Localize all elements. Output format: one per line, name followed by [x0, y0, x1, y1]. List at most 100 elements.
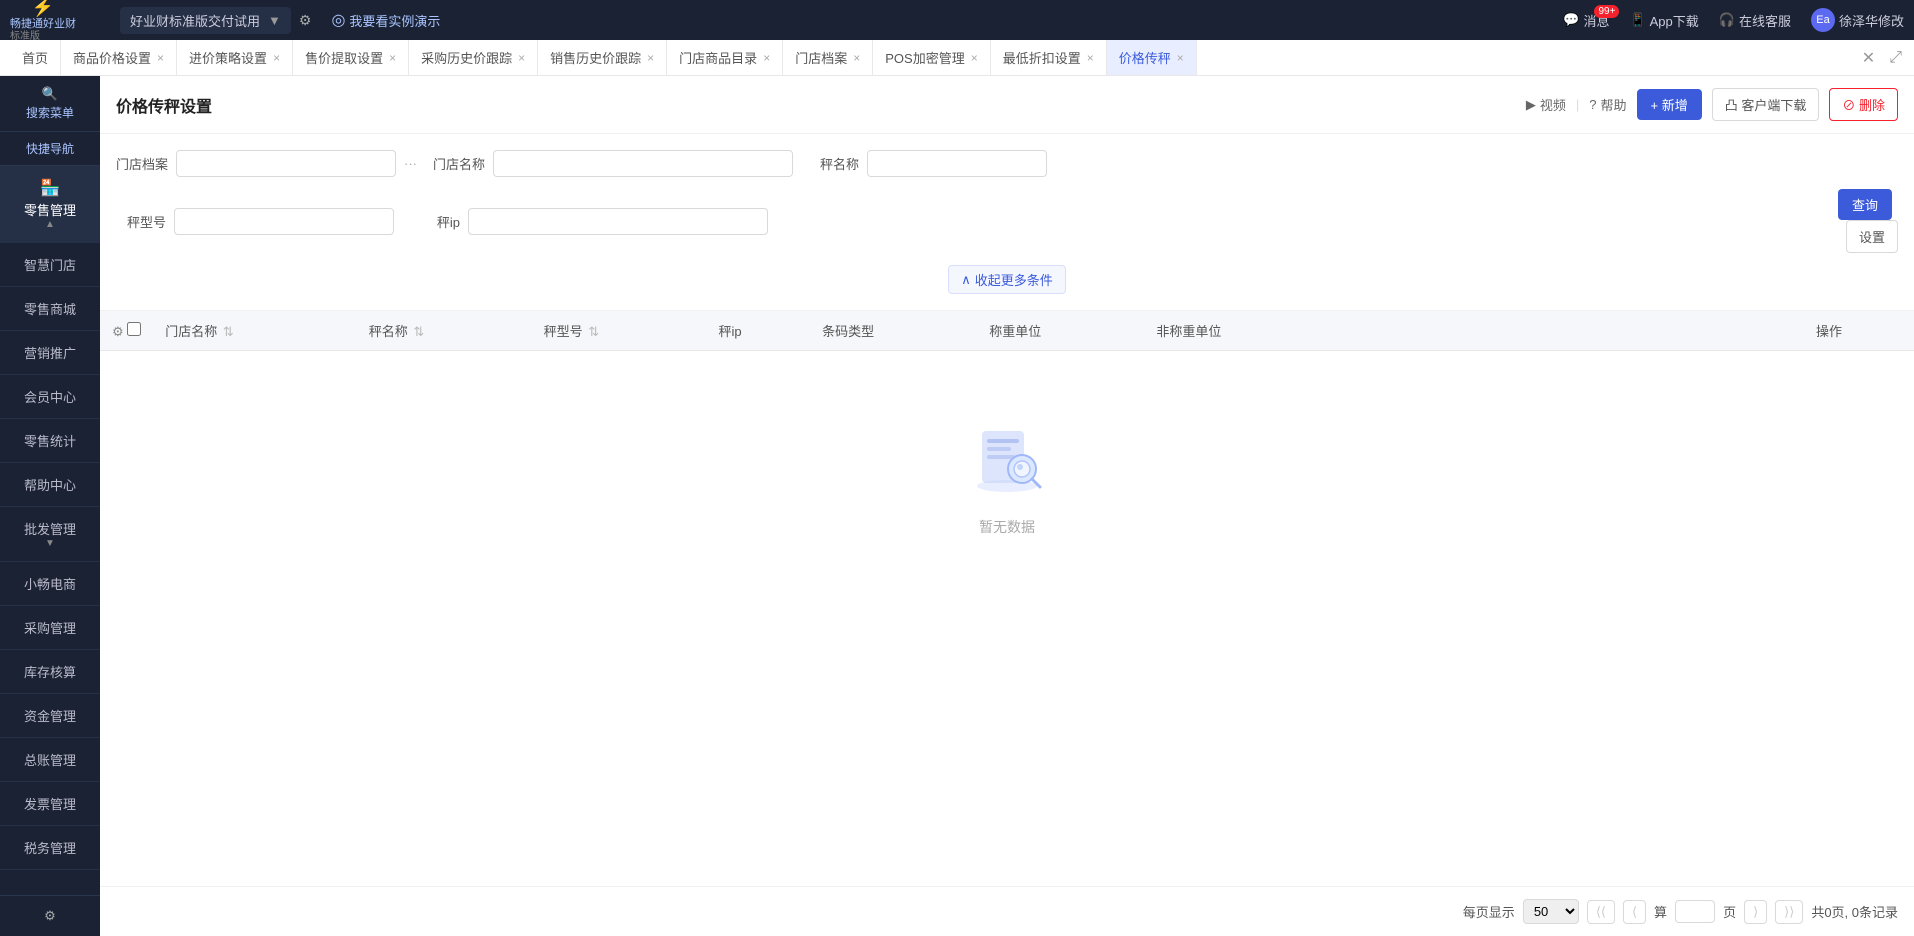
sidebar-item-xiaochang[interactable]: 小畅电商 — [0, 562, 100, 606]
first-page-button[interactable]: ⟨⟨ — [1587, 900, 1615, 924]
close-tab-btn[interactable]: ✕ — [1858, 48, 1879, 68]
settings-gear-icon[interactable]: ⚙ — [299, 12, 312, 29]
demo-link[interactable]: ◎ 我要看实例演示 — [327, 10, 440, 30]
video-icon: ▶ — [1526, 97, 1536, 113]
sidebar-settings-button[interactable]: ⚙ — [0, 895, 100, 936]
tab-home[interactable]: 首页 — [10, 40, 61, 76]
tab-close-sales-history[interactable]: × — [647, 51, 654, 65]
sort-store-name-icon[interactable]: ⇅ — [223, 324, 234, 339]
filter-store-name: 门店名称 — [433, 150, 793, 177]
header-actions: ▶ 视频 | ? 帮助 + 新增 凸 客户端下载 ⊘ 删除 — [1526, 88, 1898, 121]
sort-scale-model-icon[interactable]: ⇅ — [588, 324, 599, 339]
current-page-input[interactable]: 1 — [1675, 900, 1715, 923]
tab-close-purchase-strategy[interactable]: × — [273, 51, 280, 65]
page-header: 价格传秤设置 ▶ 视频 | ? 帮助 + 新增 凸 客户端下载 ⊘ — [100, 76, 1914, 134]
store-file-input[interactable] — [176, 150, 396, 177]
add-button[interactable]: + 新增 — [1637, 89, 1702, 120]
query-button[interactable]: 查询 — [1838, 189, 1892, 220]
retail-arrow-icon: ▲ — [45, 219, 55, 230]
headset-icon: 🎧 — [1719, 12, 1735, 28]
table-header-store-name: 门店名称 ⇅ — [153, 311, 356, 351]
filter-row-2: 秤型号 秤ip 查询 设置 — [116, 189, 1898, 253]
scale-ip-input[interactable] — [468, 208, 768, 235]
download-button[interactable]: 凸 客户端下载 — [1712, 88, 1820, 121]
sidebar-settings-icon: ⚙ — [44, 908, 56, 923]
tab-close-goods-price[interactable]: × — [157, 51, 164, 65]
sidebar-item-wholesale[interactable]: 批发管理 ▼ — [0, 507, 100, 562]
last-page-button[interactable]: ⟩⟩ — [1775, 900, 1803, 924]
table-header-checkbox-col: ⚙ — [100, 311, 153, 351]
prev-page-button[interactable]: ⟨ — [1623, 900, 1646, 924]
help-icon: ? — [1589, 97, 1596, 112]
sidebar-item-retail-stats[interactable]: 零售统计 — [0, 419, 100, 463]
sidebar-item-general-ledger[interactable]: 总账管理 — [0, 738, 100, 782]
tab-close-sale-price[interactable]: × — [389, 51, 396, 65]
collapse-button[interactable]: ∧ 收起更多条件 — [948, 265, 1066, 294]
tab-close-min-discount[interactable]: × — [1087, 51, 1094, 65]
tab-purchase-strategy[interactable]: 进价策略设置 × — [177, 40, 293, 76]
settings-config-button[interactable]: 设置 — [1846, 220, 1898, 253]
app-download-button[interactable]: 📱 App下载 — [1629, 11, 1698, 30]
filter-row-1: 门店档案 ··· 门店名称 秤名称 — [116, 150, 1898, 177]
sidebar-item-retail[interactable]: 🏪 零售管理 ▲ — [0, 166, 100, 243]
store-file-ellipsis-icon[interactable]: ··· — [404, 156, 417, 171]
tab-store-file[interactable]: 门店档案 × — [783, 40, 873, 76]
tab-purchase-history[interactable]: 采购历史价跟踪 × — [409, 40, 538, 76]
tab-bar: 首页 商品价格设置 × 进价策略设置 × 售价提取设置 × 采购历史价跟踪 × … — [0, 40, 1914, 76]
sidebar-search[interactable]: 🔍 搜索菜单 — [0, 76, 100, 132]
next-page-button[interactable]: ⟩ — [1744, 900, 1767, 924]
scale-model-label: 秤型号 — [116, 212, 166, 231]
table-header-barcode-type: 条码类型 — [810, 311, 977, 351]
tab-close-price-scale[interactable]: × — [1177, 51, 1184, 65]
user-menu[interactable]: Ea 徐泽华修改 — [1811, 8, 1904, 32]
help-link[interactable]: ? 帮助 — [1589, 95, 1626, 114]
message-button[interactable]: 💬 消息 99+ — [1563, 11, 1609, 30]
sidebar-item-invoice[interactable]: 发票管理 — [0, 782, 100, 826]
page-total: 共0页, 0条记录 — [1811, 902, 1898, 921]
sidebar-item-member[interactable]: 会员中心 — [0, 375, 100, 419]
sidebar-quicknav[interactable]: 快捷导航 — [0, 132, 100, 166]
sidebar-item-purchase[interactable]: 采购管理 — [0, 606, 100, 650]
empty-state: 暂无数据 — [100, 351, 1914, 597]
tab-min-discount[interactable]: 最低折扣设置 × — [991, 40, 1107, 76]
collapse-up-icon: ∧ — [961, 272, 971, 288]
scale-name-input[interactable] — [867, 150, 1047, 177]
sidebar-item-help[interactable]: 帮助中心 — [0, 463, 100, 507]
sidebar-item-tax[interactable]: 税务管理 — [0, 826, 100, 870]
tab-sales-history[interactable]: 销售历史价跟踪 × — [538, 40, 667, 76]
tab-close-store-file[interactable]: × — [853, 51, 860, 65]
empty-row: 暂无数据 — [100, 351, 1914, 598]
sidebar-item-inventory[interactable]: 库存核算 — [0, 650, 100, 694]
sidebar: 🔍 搜索菜单 快捷导航 🏪 零售管理 ▲ 智慧门店 零售商城 营销推广 会员中心… — [0, 76, 100, 936]
video-link[interactable]: ▶ 视频 — [1526, 95, 1566, 114]
scale-model-input[interactable] — [174, 208, 394, 235]
content-area: 价格传秤设置 ▶ 视频 | ? 帮助 + 新增 凸 客户端下载 ⊘ — [100, 76, 1914, 936]
message-icon: 💬 — [1563, 12, 1579, 28]
sidebar-item-smart-store[interactable]: 智慧门店 — [0, 243, 100, 287]
sidebar-item-finance[interactable]: 资金管理 — [0, 694, 100, 738]
tab-close-pos-management[interactable]: × — [971, 51, 978, 65]
tab-close-store-catalog[interactable]: × — [763, 51, 770, 65]
tab-store-catalog[interactable]: 门店商品目录 × — [667, 40, 783, 76]
tab-sale-price[interactable]: 售价提取设置 × — [293, 40, 409, 76]
retail-icon: 🏪 — [40, 178, 60, 198]
version-selector[interactable]: 好业财标准版交付试用 ▼ — [120, 7, 291, 34]
tab-price-scale[interactable]: 价格传秤 × — [1107, 40, 1197, 76]
store-name-input[interactable] — [493, 150, 793, 177]
expand-tab-btn[interactable]: ⤢ — [1885, 49, 1906, 67]
table-header-non-weight-unit: 非称重单位 — [1144, 311, 1804, 351]
select-all-checkbox[interactable] — [127, 322, 141, 336]
table-settings-icon[interactable]: ⚙ — [112, 324, 124, 339]
tab-goods-price[interactable]: 商品价格设置 × — [61, 40, 177, 76]
sort-scale-name-icon[interactable]: ⇅ — [413, 324, 424, 339]
table-area: ⚙ 门店名称 ⇅ 秤名称 ⇅ 秤型号 ⇅ — [100, 311, 1914, 886]
selector-arrow-icon: ▼ — [268, 13, 281, 28]
tab-close-purchase-history[interactable]: × — [518, 51, 525, 65]
delete-button[interactable]: ⊘ 删除 — [1829, 88, 1898, 121]
sidebar-item-retail-mall[interactable]: 零售商城 — [0, 287, 100, 331]
page-size-select[interactable]: 50 20 100 — [1523, 899, 1579, 924]
online-service-button[interactable]: 🎧 在线客服 — [1719, 11, 1791, 30]
tab-pos-management[interactable]: POS加密管理 × — [873, 40, 990, 76]
user-name: 徐泽华修改 — [1839, 11, 1904, 30]
sidebar-item-marketing[interactable]: 营销推广 — [0, 331, 100, 375]
